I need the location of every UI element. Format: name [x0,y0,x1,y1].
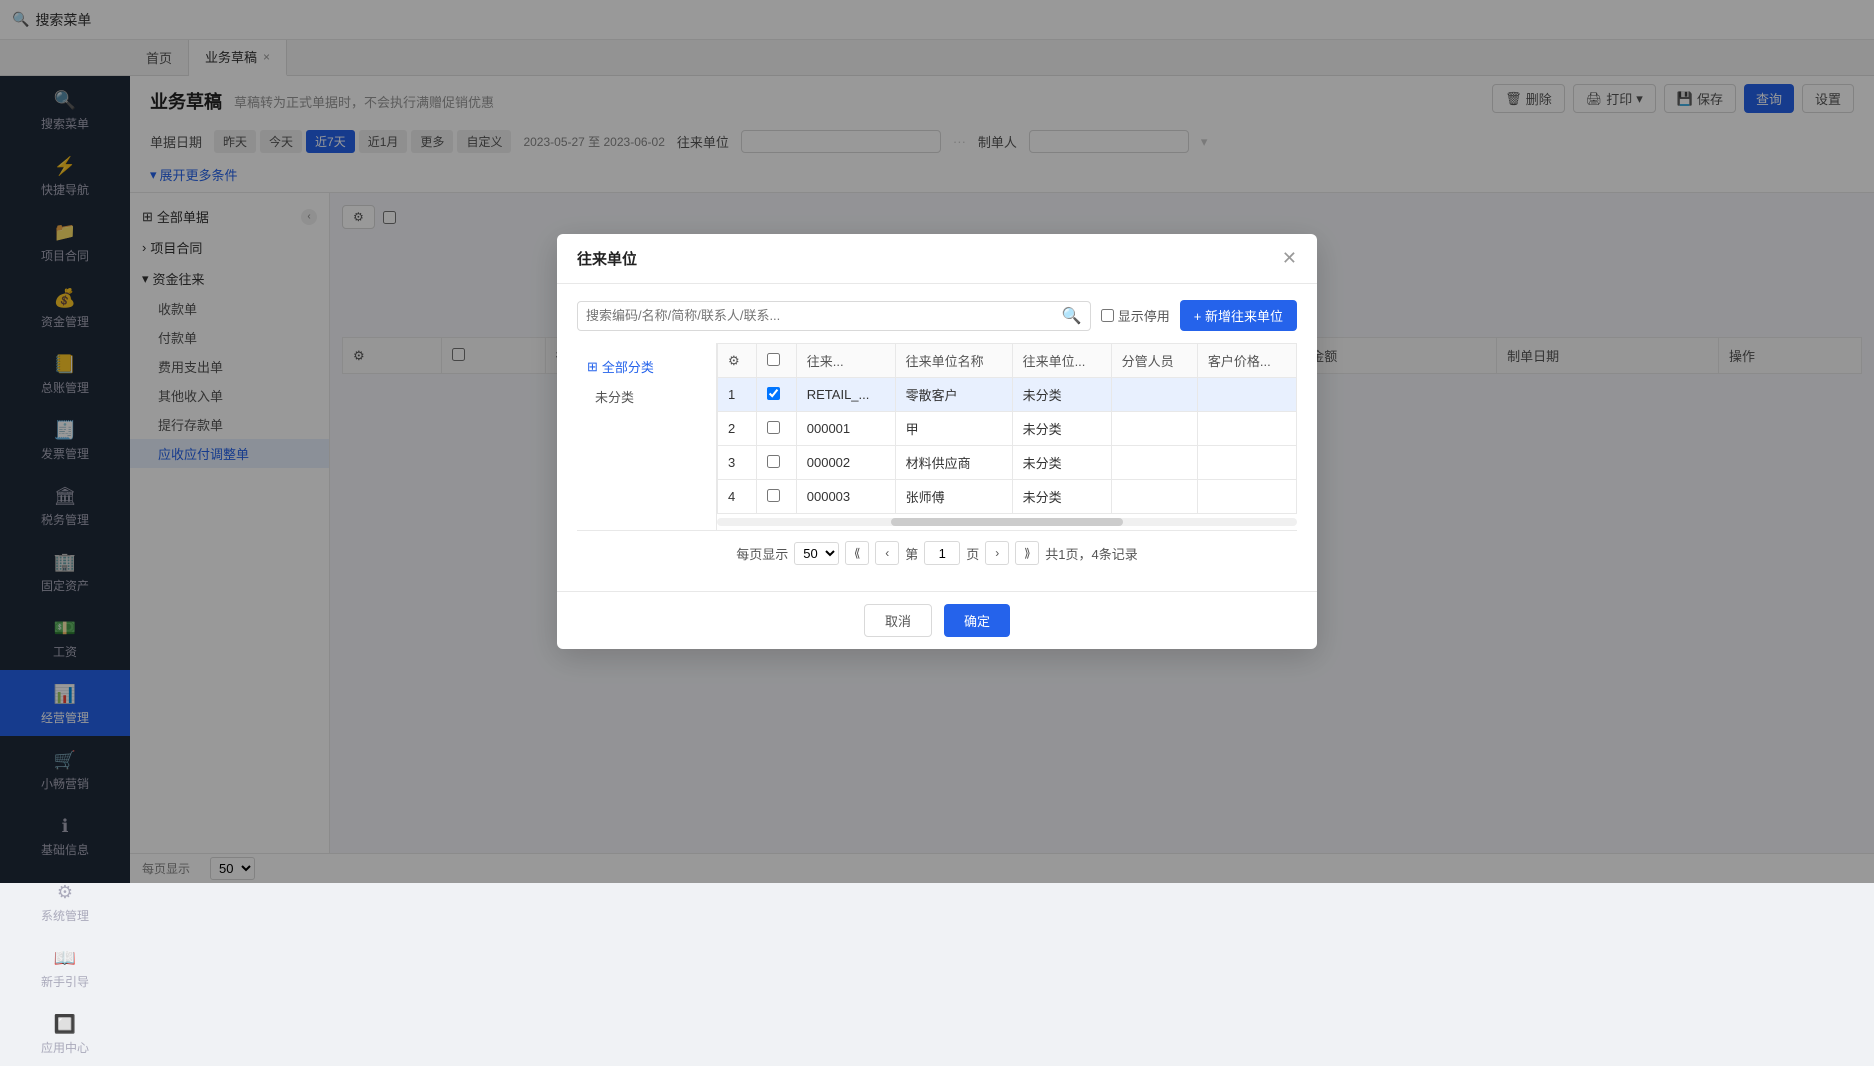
row-settings: 2 [718,412,757,446]
modal-header: 往来单位 ✕ [557,234,1317,284]
row-category: 未分类 [1012,412,1111,446]
modal-pagination: 每页显示 50 ⟪ ‹ 第 页 › ⟫ 共1页，4条记录 [577,530,1297,575]
row-code: 000002 [796,446,895,480]
modal-select-all[interactable] [767,353,780,366]
modal-search-input[interactable] [586,308,1056,323]
page-label: 第 [905,544,918,563]
modal-table-row[interactable]: 3 000002 材料供应商 未分类 [718,446,1297,480]
row-price [1197,412,1296,446]
cancel-button[interactable]: 取消 [864,604,932,637]
modal-col-manager: 分管人员 [1111,344,1197,378]
confirm-button[interactable]: 确定 [944,604,1010,637]
row-code: 000003 [796,480,895,514]
page-suffix: 页 [966,544,979,563]
search-icon: 🔍 [1062,306,1082,326]
row-checkbox[interactable] [756,378,796,412]
row-settings: 4 [718,480,757,514]
sidebar-label: 系统管理 [41,907,89,924]
row-checkbox[interactable] [756,480,796,514]
partner-modal: 往来单位 ✕ 🔍 显示停用 + 新增往来单位 [557,234,1317,649]
row-checkbox[interactable] [756,446,796,480]
modal-tree: ⊞ 全部分类 未分类 [577,343,717,530]
modal-toolbar: 🔍 显示停用 + 新增往来单位 [577,300,1297,331]
page-number-input[interactable] [924,541,960,565]
modal-title: 往来单位 [577,248,637,269]
total-label: 共1页，4条记录 [1045,544,1137,563]
row-price [1197,446,1296,480]
sidebar-label: 应用中心 [41,1039,89,1056]
row-code: RETAIL_... [796,378,895,412]
modal-close-button[interactable]: ✕ [1282,248,1297,269]
row-price [1197,378,1296,412]
modal-tree-all-label: 全部分类 [602,357,654,376]
row-price [1197,480,1296,514]
apps-icon: 🔲 [54,1014,76,1035]
last-page-button[interactable]: ⟫ [1015,541,1039,565]
show-disabled-label: 显示停用 [1118,306,1170,325]
modal-search-wrap: 🔍 [577,301,1091,331]
row-name: 张师傅 [895,480,1012,514]
row-checkbox[interactable] [756,412,796,446]
row-category: 未分类 [1012,378,1111,412]
first-page-button[interactable]: ⟪ [845,541,869,565]
row-name: 甲 [895,412,1012,446]
sidebar-item-apps[interactable]: 🔲 应用中心 [0,1000,130,1066]
grid-icon: ⊞ [587,359,598,375]
row-manager [1111,480,1197,514]
next-page-button[interactable]: › [985,541,1009,565]
modal-col-checkbox [756,344,796,378]
modal-col-code: 往来... [796,344,895,378]
row-manager [1111,446,1197,480]
per-page-select[interactable]: 50 [794,542,839,565]
modal-table-row[interactable]: 1 RETAIL_... 零散客户 未分类 [718,378,1297,412]
row-name: 零散客户 [895,378,1012,412]
row-category: 未分类 [1012,480,1111,514]
sidebar-label: 新手引导 [41,973,89,990]
modal-table-row[interactable]: 2 000001 甲 未分类 [718,412,1297,446]
modal-scrollbar[interactable] [717,518,1297,526]
system-icon: ⚙ [57,882,73,903]
modal-col-name: 往来单位名称 [895,344,1012,378]
show-disabled-wrap: 显示停用 [1101,306,1170,325]
show-disabled-checkbox[interactable] [1101,309,1114,322]
modal-col-category: 往来单位... [1012,344,1111,378]
modal-table-row[interactable]: 4 000003 张师傅 未分类 [718,480,1297,514]
sidebar-item-guide[interactable]: 📖 新手引导 [0,934,130,1000]
modal-split: ⊞ 全部分类 未分类 ⚙ 往来... 往来单位名称 [577,343,1297,530]
row-category: 未分类 [1012,446,1111,480]
row-code: 000001 [796,412,895,446]
row-manager [1111,412,1197,446]
add-partner-button[interactable]: + 新增往来单位 [1180,300,1297,331]
modal-table: ⚙ 往来... 往来单位名称 往来单位... 分管人员 客户价格... 1 [717,343,1297,514]
modal-tree-uncategorized[interactable]: 未分类 [577,382,716,411]
prev-page-button[interactable]: ‹ [875,541,899,565]
modal-col-settings: ⚙ [718,344,757,378]
modal-col-price: 客户价格... [1197,344,1296,378]
modal-table-wrap: ⚙ 往来... 往来单位名称 往来单位... 分管人员 客户价格... 1 [717,343,1297,530]
row-settings: 1 [718,378,757,412]
modal-footer: 取消 确定 [557,591,1317,649]
modal-tree-all[interactable]: ⊞ 全部分类 [577,351,716,382]
modal-overlay: 往来单位 ✕ 🔍 显示停用 + 新增往来单位 [0,0,1874,883]
row-manager [1111,378,1197,412]
modal-body: 🔍 显示停用 + 新增往来单位 ⊞ 全部分类 未分类 [557,284,1317,591]
row-settings: 3 [718,446,757,480]
modal-scrollbar-thumb [891,518,1123,526]
row-name: 材料供应商 [895,446,1012,480]
per-page-label: 每页显示 [736,544,788,563]
guide-icon: 📖 [54,948,76,969]
